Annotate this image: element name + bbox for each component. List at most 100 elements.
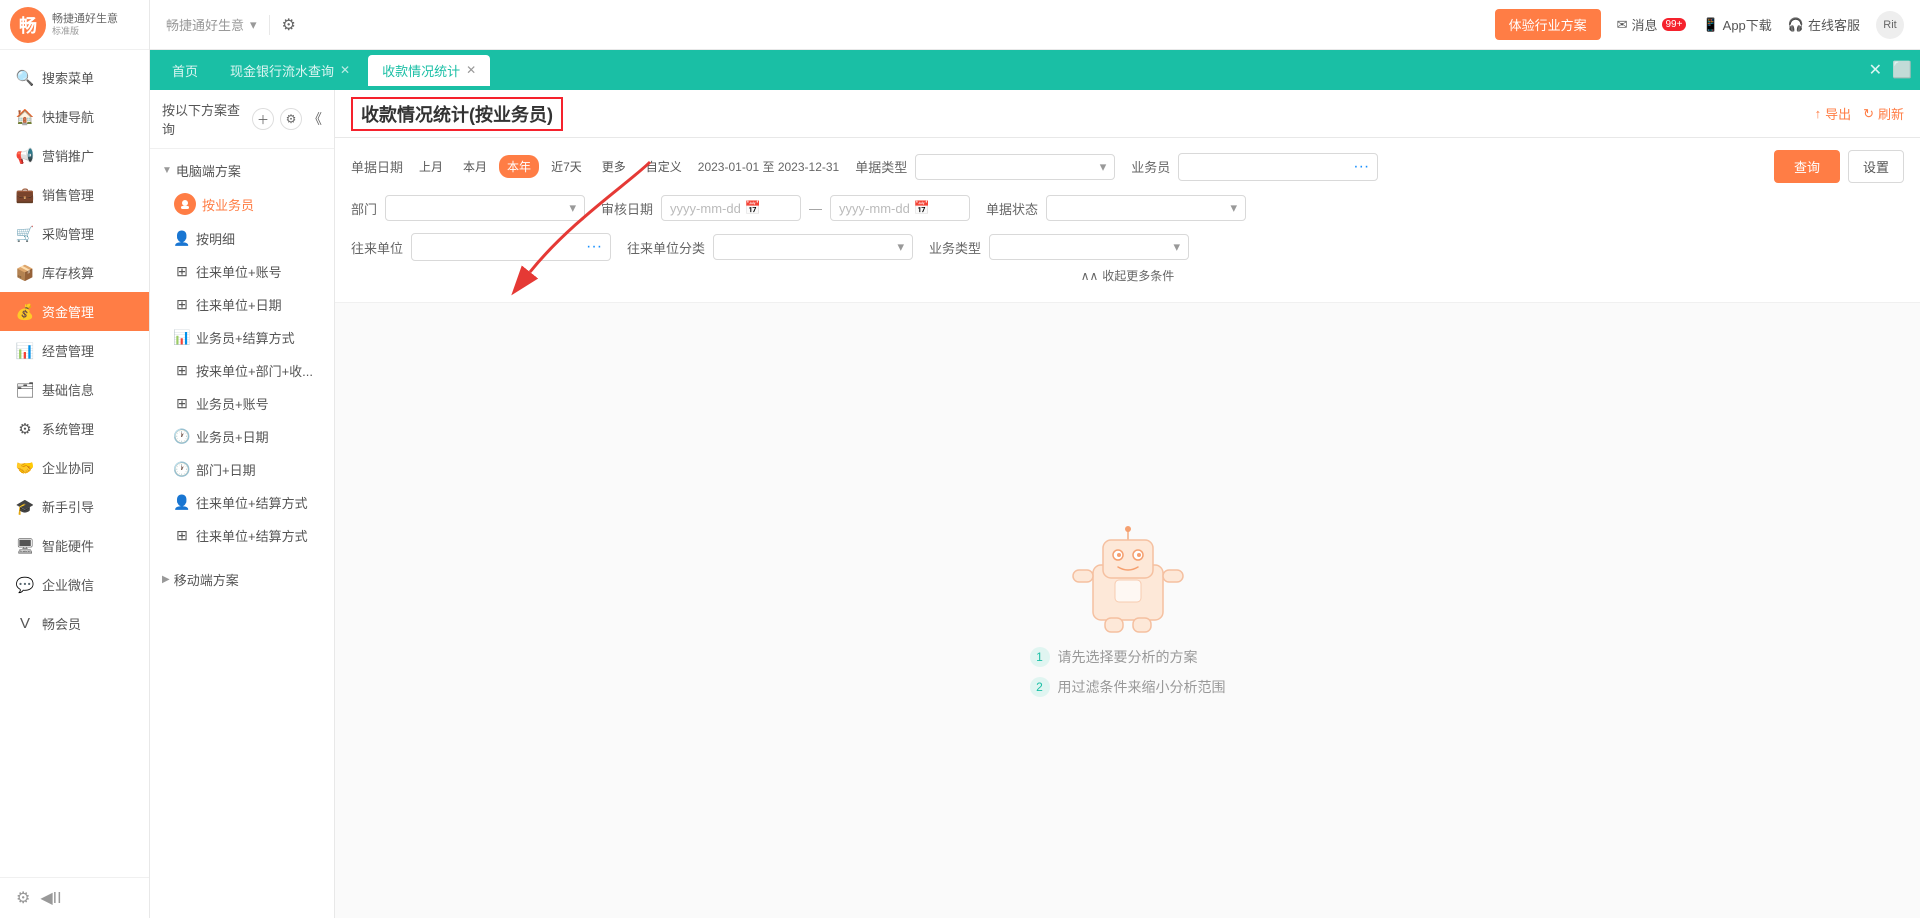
menu-item-salesperson-settlement[interactable]: 📊 业务员+结算方式 [150, 321, 334, 354]
menu-item-partner-settlement1[interactable]: 👤 往来单位+结算方式 [150, 486, 334, 519]
calendar-icon[interactable]: 📅 [745, 200, 761, 216]
partner-filter-item: 往来单位 ··· [351, 233, 611, 261]
left-panel: 按以下方案查询 ＋ ⚙ 《 ▼ 电脑端方案 按业务员 👤 [150, 90, 335, 918]
query-button[interactable]: 查询 [1774, 150, 1840, 183]
chevron-up-icon: ∧∧ [1081, 269, 1099, 283]
gear-icon[interactable]: ⚙ [282, 15, 296, 35]
dept-select[interactable]: ▾ [385, 195, 585, 221]
logo-text: 畅捷通好生意 标准版 [52, 12, 118, 38]
sidebar-item-smart-hw[interactable]: 🖥 智能硬件 [0, 526, 149, 565]
date-tab-more[interactable]: 更多 [594, 155, 634, 178]
sidebar-item-company[interactable]: 🤝 企业协同 [0, 448, 149, 487]
bank-flow-tab-close[interactable]: ✕ [340, 63, 350, 77]
date-tab-this-year[interactable]: 本年 [499, 155, 539, 178]
sidebar-item-operation[interactable]: 📊 经营管理 [0, 331, 149, 370]
trial-button[interactable]: 体验行业方案 [1495, 9, 1601, 40]
detail-icon: 👤 [174, 231, 190, 247]
partner-label: 往来单位 [351, 238, 403, 257]
table-icon: ⊞ [174, 264, 190, 280]
desktop-section-header[interactable]: ▼ 电脑端方案 [150, 155, 334, 186]
sidebar-item-basic[interactable]: 🗂 基础信息 [0, 370, 149, 409]
date-tab-last-month[interactable]: 上月 [411, 155, 451, 178]
scheme-settings-button[interactable]: ⚙ [280, 108, 302, 130]
member-icon: V [16, 615, 34, 633]
sidebar-item-marketing[interactable]: 📢 营销推广 [0, 136, 149, 175]
salesperson-filter-item: 业务员 ··· [1131, 153, 1378, 181]
topbar-actions: 体验行业方案 ✉ 消息 99+ 📱 App下载 🎧 在线客服 Rit [1495, 9, 1904, 40]
date-tab-last7days[interactable]: 近7天 [543, 155, 590, 178]
menu-item-label: 业务员+账号 [196, 394, 269, 413]
user-avatar[interactable]: Rit [1876, 11, 1904, 39]
menu-item-salesperson-date[interactable]: 🕐 业务员+日期 [150, 420, 334, 453]
sidebar-item-search[interactable]: 🔍 搜索菜单 [0, 58, 149, 97]
date-tab-this-month[interactable]: 本月 [455, 155, 495, 178]
right-content: 收款情况统计(按业务员) ↑ 导出 ↻ 刷新 单据日期 [335, 90, 1920, 918]
menu-item-label: 往来单位+账号 [196, 262, 282, 281]
doc-status-filter-item: 单据状态 ▾ [986, 195, 1246, 221]
date-dash: — [809, 201, 822, 216]
tab-home[interactable]: 首页 [158, 55, 212, 86]
collection-stats-tab-close[interactable]: ✕ [466, 63, 476, 77]
app-download-button[interactable]: 📱 App下载 [1702, 15, 1771, 34]
add-scheme-button[interactable]: ＋ [252, 108, 274, 130]
doc-status-select[interactable]: ▾ [1046, 195, 1246, 221]
logo-icon: 畅 [10, 7, 46, 43]
sidebar-item-purchase[interactable]: 🛒 采购管理 [0, 214, 149, 253]
menu-item-by-partner-dept[interactable]: ⊞ 按来单位+部门+收... [150, 354, 334, 387]
sidebar-item-quick-nav[interactable]: 🏠 快捷导航 [0, 97, 149, 136]
notification-button[interactable]: ✉ 消息 99+ [1617, 15, 1687, 34]
inventory-icon: 📦 [16, 264, 34, 282]
chevron-down-icon4: ▾ [898, 239, 905, 255]
notification-badge: 99+ [1662, 18, 1687, 31]
calendar2-icon[interactable]: 📅 [914, 200, 930, 216]
sidebar-item-guide[interactable]: 🎓 新手引导 [0, 487, 149, 526]
sidebar-item-wechat[interactable]: 💬 企业微信 [0, 565, 149, 604]
menu-item-partner-account[interactable]: ⊞ 往来单位+账号 [150, 255, 334, 288]
menu-item-salesperson-account[interactable]: ⊞ 业务员+账号 [150, 387, 334, 420]
sidebar-item-finance[interactable]: 💰 资金管理 [0, 292, 149, 331]
page-header-actions: ↑ 导出 ↻ 刷新 [1815, 104, 1904, 123]
biz-type-select[interactable]: ▾ [989, 234, 1189, 260]
settings-footer-icon[interactable]: ⚙ [16, 888, 30, 908]
audit-date-start-input[interactable]: yyyy-mm-dd 📅 [661, 195, 801, 221]
active-indicator [174, 193, 196, 215]
date-range-display: 2023-01-01 至 2023-12-31 [698, 158, 839, 175]
audit-date-label: 审核日期 [601, 199, 653, 218]
maximize-window-icon[interactable]: ⬜ [1892, 60, 1912, 80]
refresh-button[interactable]: ↻ 刷新 [1863, 104, 1904, 123]
date-tab-custom[interactable]: 自定义 [638, 155, 690, 178]
partner-more-icon[interactable]: ··· [586, 238, 602, 256]
dept-label: 部门 [351, 199, 377, 218]
salesperson-select[interactable]: ··· [1178, 153, 1378, 181]
partner-select[interactable]: ··· [411, 233, 611, 261]
menu-item-dept-date[interactable]: 🕐 部门+日期 [150, 453, 334, 486]
clock2-icon: 🕐 [174, 462, 190, 478]
menu-item-by-salesperson[interactable]: 按业务员 [150, 186, 334, 222]
filter-actions: 查询 设置 [1774, 150, 1904, 183]
menu-item-label: 往来单位+结算方式 [196, 493, 308, 512]
partner-category-select[interactable]: ▾ [713, 234, 913, 260]
settings-button[interactable]: 设置 [1848, 150, 1904, 183]
sidebar-item-inventory[interactable]: 📦 库存核算 [0, 253, 149, 292]
sidebar-item-system[interactable]: ⚙ 系统管理 [0, 409, 149, 448]
doc-type-select[interactable]: ▾ [915, 154, 1115, 180]
sidebar-item-sales[interactable]: 💼 销售管理 [0, 175, 149, 214]
export-button[interactable]: ↑ 导出 [1815, 104, 1852, 123]
hint-text-1: 请先选择要分析的方案 [1058, 647, 1198, 667]
audit-date-end-input[interactable]: yyyy-mm-dd 📅 [830, 195, 970, 221]
more-options-icon[interactable]: ··· [1353, 158, 1369, 176]
collapse-sidebar-icon[interactable]: ◀II [40, 888, 61, 908]
online-service-button[interactable]: 🎧 在线客服 [1788, 15, 1860, 34]
mobile-section-header[interactable]: ▶ 移动端方案 [150, 564, 334, 595]
bank-flow-tab-label: 现金银行流水查询 [230, 61, 334, 80]
menu-item-partner-date[interactable]: ⊞ 往来单位+日期 [150, 288, 334, 321]
tab-collection-stats[interactable]: 收款情况统计 ✕ [368, 55, 490, 86]
menu-item-partner-settlement2[interactable]: ⊞ 往来单位+结算方式 [150, 519, 334, 552]
menu-item-by-detail[interactable]: 👤 按明细 [150, 222, 334, 255]
topbar-divider [269, 15, 270, 35]
sidebar-item-member[interactable]: V 畅会员 [0, 604, 149, 643]
close-window-icon[interactable]: ✕ [1869, 60, 1882, 80]
tab-bank-flow[interactable]: 现金银行流水查询 ✕ [216, 55, 364, 86]
collapse-more-button[interactable]: ∧∧ 收起更多条件 [351, 261, 1904, 290]
collapse-panel-button[interactable]: 《 [308, 109, 322, 129]
